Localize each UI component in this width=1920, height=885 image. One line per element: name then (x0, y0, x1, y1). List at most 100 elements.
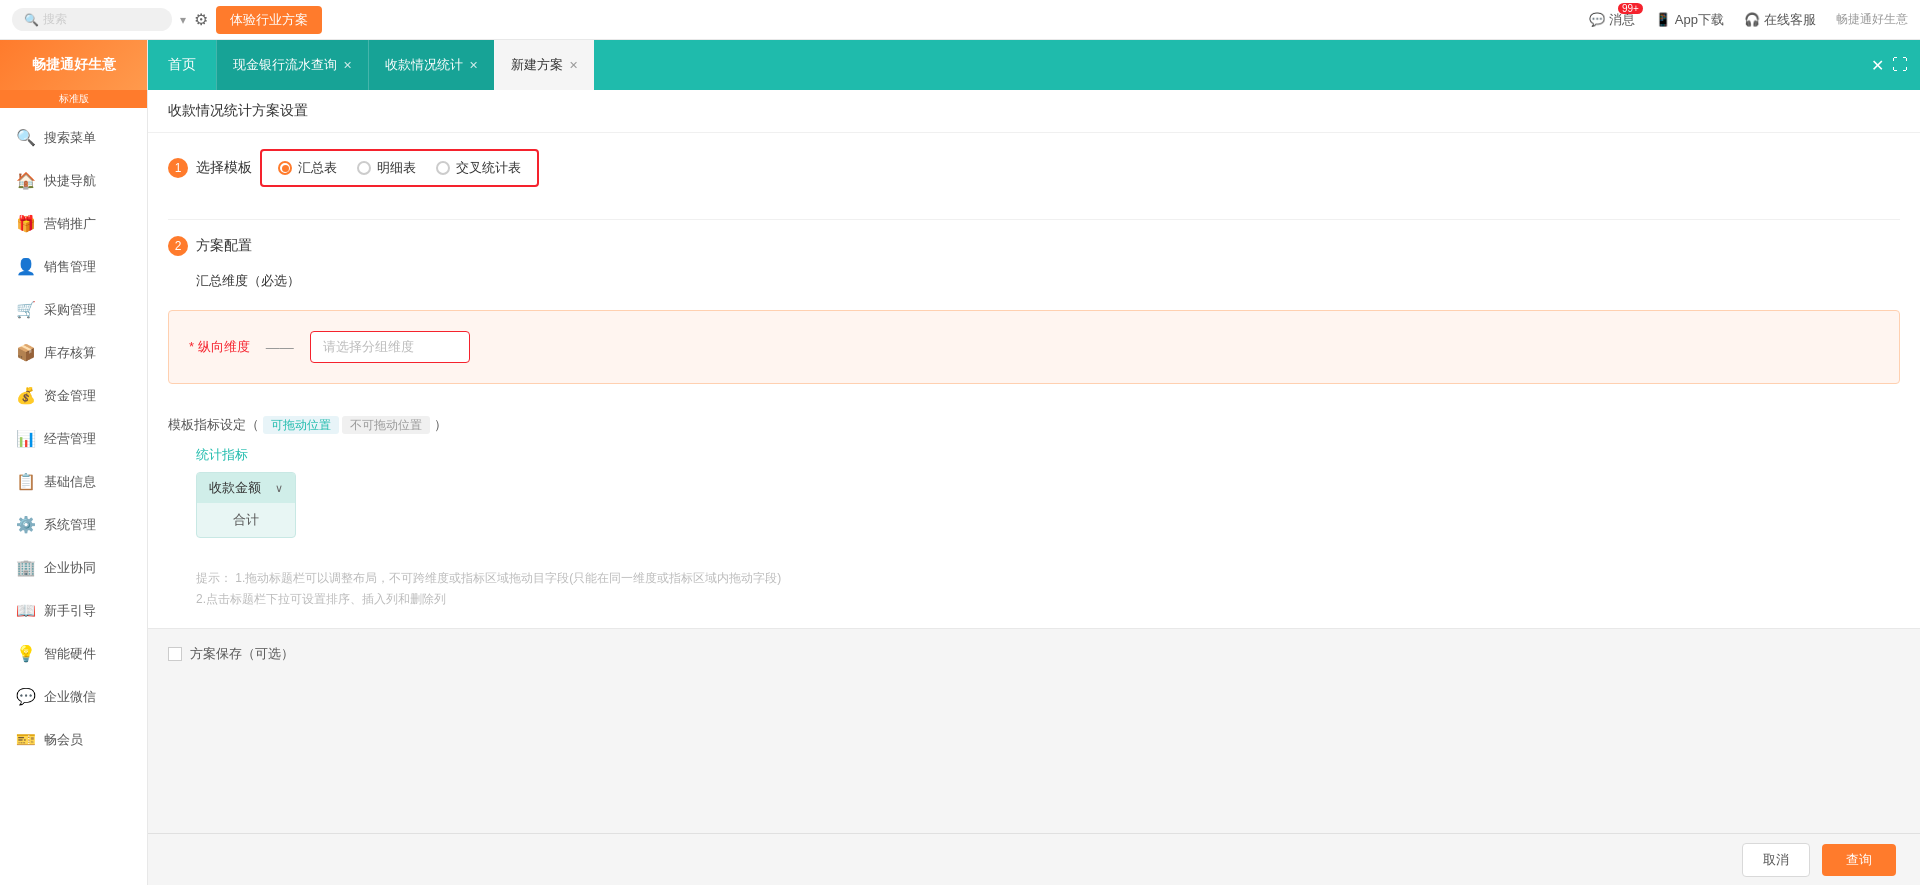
sidebar-item-label: 快捷导航 (44, 172, 96, 190)
dimension-area: * 纵向维度 —— 请选择分组维度 (168, 310, 1900, 384)
metrics-card-header[interactable]: 收款金额 ∨ (197, 473, 295, 503)
sidebar-item-quick-nav[interactable]: 🏠 快捷导航 (0, 159, 147, 202)
sidebar: 畅捷通好生意 标准版 🔍 搜索菜单 🏠 快捷导航 🎁 营销推广 👤 销售管理 � (0, 40, 148, 885)
search-icon: 🔍 (24, 13, 39, 27)
tab-close-btn[interactable]: ✕ (1871, 56, 1884, 75)
save-label: 方案保存（可选） (190, 645, 294, 663)
cancel-button[interactable]: 取消 (1742, 843, 1810, 877)
tab-expand-btn[interactable]: ⛶ (1892, 56, 1908, 74)
metrics-setting-label: 模板指标设定（ 可拖动位置 不可拖动位置 ） (168, 416, 447, 434)
inventory-icon: 📦 (16, 343, 36, 362)
tab-bank-flow[interactable]: 现金银行流水查询 ✕ (216, 40, 368, 90)
sidebar-item-member[interactable]: 🎫 畅会员 (0, 718, 147, 761)
sidebar-item-label: 营销推广 (44, 215, 96, 233)
metrics-chevron-icon[interactable]: ∨ (275, 482, 283, 495)
radio-cross[interactable]: 交叉统计表 (436, 159, 521, 177)
sidebar-item-system[interactable]: ⚙️ 系统管理 (0, 503, 147, 546)
sidebar-item-inventory[interactable]: 📦 库存核算 (0, 331, 147, 374)
step2-number: 2 (168, 236, 188, 256)
tab-controls: ✕ ⛶ (1871, 56, 1920, 75)
download-btn[interactable]: 📱 App下载 (1655, 11, 1724, 29)
sidebar-item-label: 采购管理 (44, 301, 96, 319)
sidebar-item-wechat[interactable]: 💬 企业微信 (0, 675, 147, 718)
page-title-bar: 收款情况统计方案设置 (148, 90, 1920, 133)
service-icon: 🎧 (1744, 12, 1760, 27)
hardware-icon: 💡 (16, 644, 36, 663)
sidebar-item-operation[interactable]: 📊 经营管理 (0, 417, 147, 460)
sidebar-logo: 畅捷通好生意 (0, 40, 147, 90)
tip-2: 2.点击标题栏下拉可设置排序、插入列和删除列 (196, 591, 1900, 608)
guide-icon: 📖 (16, 601, 36, 620)
sidebar-item-guide[interactable]: 📖 新手引导 (0, 589, 147, 632)
message-btn[interactable]: 💬 消息 99+ (1589, 11, 1635, 29)
service-label: 在线客服 (1764, 11, 1816, 29)
tab-bar: 首页 现金银行流水查询 ✕ 收款情况统计 ✕ 新建方案 ✕ ✕ ⛶ (148, 40, 1920, 90)
search-bar[interactable]: 🔍 搜索 (12, 8, 172, 31)
sidebar-item-corp[interactable]: 🏢 企业协同 (0, 546, 147, 589)
tab-collection-stats[interactable]: 收款情况统计 ✕ (368, 40, 494, 90)
radio-summary[interactable]: 汇总表 (278, 159, 337, 177)
top-bar-right: 💬 消息 99+ 📱 App下载 🎧 在线客服 畅捷通好生意 (1589, 11, 1908, 29)
sidebar-item-purchase[interactable]: 🛒 采购管理 (0, 288, 147, 331)
message-icon: 💬 (1589, 12, 1605, 27)
tab-new-plan[interactable]: 新建方案 ✕ (494, 40, 594, 90)
tab-new-plan-label: 新建方案 (511, 56, 563, 74)
sales-icon: 👤 (16, 257, 36, 276)
sidebar-item-marketing[interactable]: 🎁 营销推广 (0, 202, 147, 245)
page-title: 收款情况统计方案设置 (168, 102, 308, 118)
member-icon: 🎫 (16, 730, 36, 749)
page-content: 收款情况统计方案设置 1 选择模板 汇总表 (148, 90, 1920, 833)
service-btn[interactable]: 🎧 在线客服 (1744, 11, 1816, 29)
sidebar-item-label: 畅会员 (44, 731, 83, 749)
sidebar-item-label: 搜索菜单 (44, 129, 96, 147)
step2-title: 方案配置 (196, 237, 252, 255)
search-chevron-icon[interactable]: ▾ (180, 13, 186, 27)
finance-icon: 💰 (16, 386, 36, 405)
main-layout: 畅捷通好生意 标准版 🔍 搜索菜单 🏠 快捷导航 🎁 营销推广 👤 销售管理 � (0, 40, 1920, 885)
radio-detail-label: 明细表 (377, 159, 416, 177)
metrics-card-title: 收款金额 (209, 479, 261, 497)
sidebar-item-sales[interactable]: 👤 销售管理 (0, 245, 147, 288)
sidebar-item-label: 企业协同 (44, 559, 96, 577)
sidebar-item-label: 库存核算 (44, 344, 96, 362)
tab-new-plan-close[interactable]: ✕ (569, 59, 578, 72)
step1-section: 1 选择模板 汇总表 明细表 (148, 133, 1920, 219)
metrics-card: 收款金额 ∨ 合计 (196, 472, 296, 538)
sidebar-item-hardware[interactable]: 💡 智能硬件 (0, 632, 147, 675)
tab-bank-flow-close[interactable]: ✕ (343, 59, 352, 72)
dimension-select[interactable]: 请选择分组维度 (310, 331, 470, 363)
step2-header: 2 方案配置 (168, 236, 1900, 256)
save-section: 方案保存（可选） (148, 628, 1920, 679)
page-inner: 收款情况统计方案设置 1 选择模板 汇总表 (148, 90, 1920, 679)
radio-cross-circle (436, 161, 450, 175)
sidebar-nav: 🔍 搜索菜单 🏠 快捷导航 🎁 营销推广 👤 销售管理 🛒 采购管理 📦 (0, 108, 147, 885)
query-button[interactable]: 查询 (1822, 844, 1896, 876)
sidebar-item-label: 资金管理 (44, 387, 96, 405)
tab-bank-flow-label: 现金银行流水查询 (233, 56, 337, 74)
sidebar-item-label: 新手引导 (44, 602, 96, 620)
message-badge: 99+ (1618, 3, 1643, 14)
movable-tag: 可拖动位置 (263, 416, 339, 434)
tab-collection-close[interactable]: ✕ (469, 59, 478, 72)
sidebar-item-label: 经营管理 (44, 430, 96, 448)
vertical-dimension-label: * 纵向维度 (189, 338, 250, 356)
operation-icon: 📊 (16, 429, 36, 448)
sidebar-item-search-menu[interactable]: 🔍 搜索菜单 (0, 116, 147, 159)
radio-detail-circle (357, 161, 371, 175)
save-checkbox[interactable] (168, 647, 182, 661)
footer-bar: 取消 查询 (148, 833, 1920, 885)
sidebar-item-finance[interactable]: 💰 资金管理 (0, 374, 147, 417)
radio-detail[interactable]: 明细表 (357, 159, 416, 177)
step1-number: 1 (168, 158, 188, 178)
sidebar-item-basic[interactable]: 📋 基础信息 (0, 460, 147, 503)
marketing-icon: 🎁 (16, 214, 36, 233)
sidebar-item-label: 智能硬件 (44, 645, 96, 663)
step1-header: 1 选择模板 汇总表 明细表 (168, 149, 1900, 187)
top-bar: 🔍 搜索 ▾ ⚙ 体验行业方案 💬 消息 99+ 📱 App下载 🎧 在线客服 … (0, 0, 1920, 40)
industry-btn[interactable]: 体验行业方案 (216, 6, 322, 34)
tab-home[interactable]: 首页 (148, 40, 216, 90)
non-movable-tag: 不可拖动位置 (342, 416, 430, 434)
settings-icon[interactable]: ⚙ (194, 10, 208, 29)
dimension-section-title: 汇总维度（必选） (196, 272, 1900, 290)
basic-icon: 📋 (16, 472, 36, 491)
